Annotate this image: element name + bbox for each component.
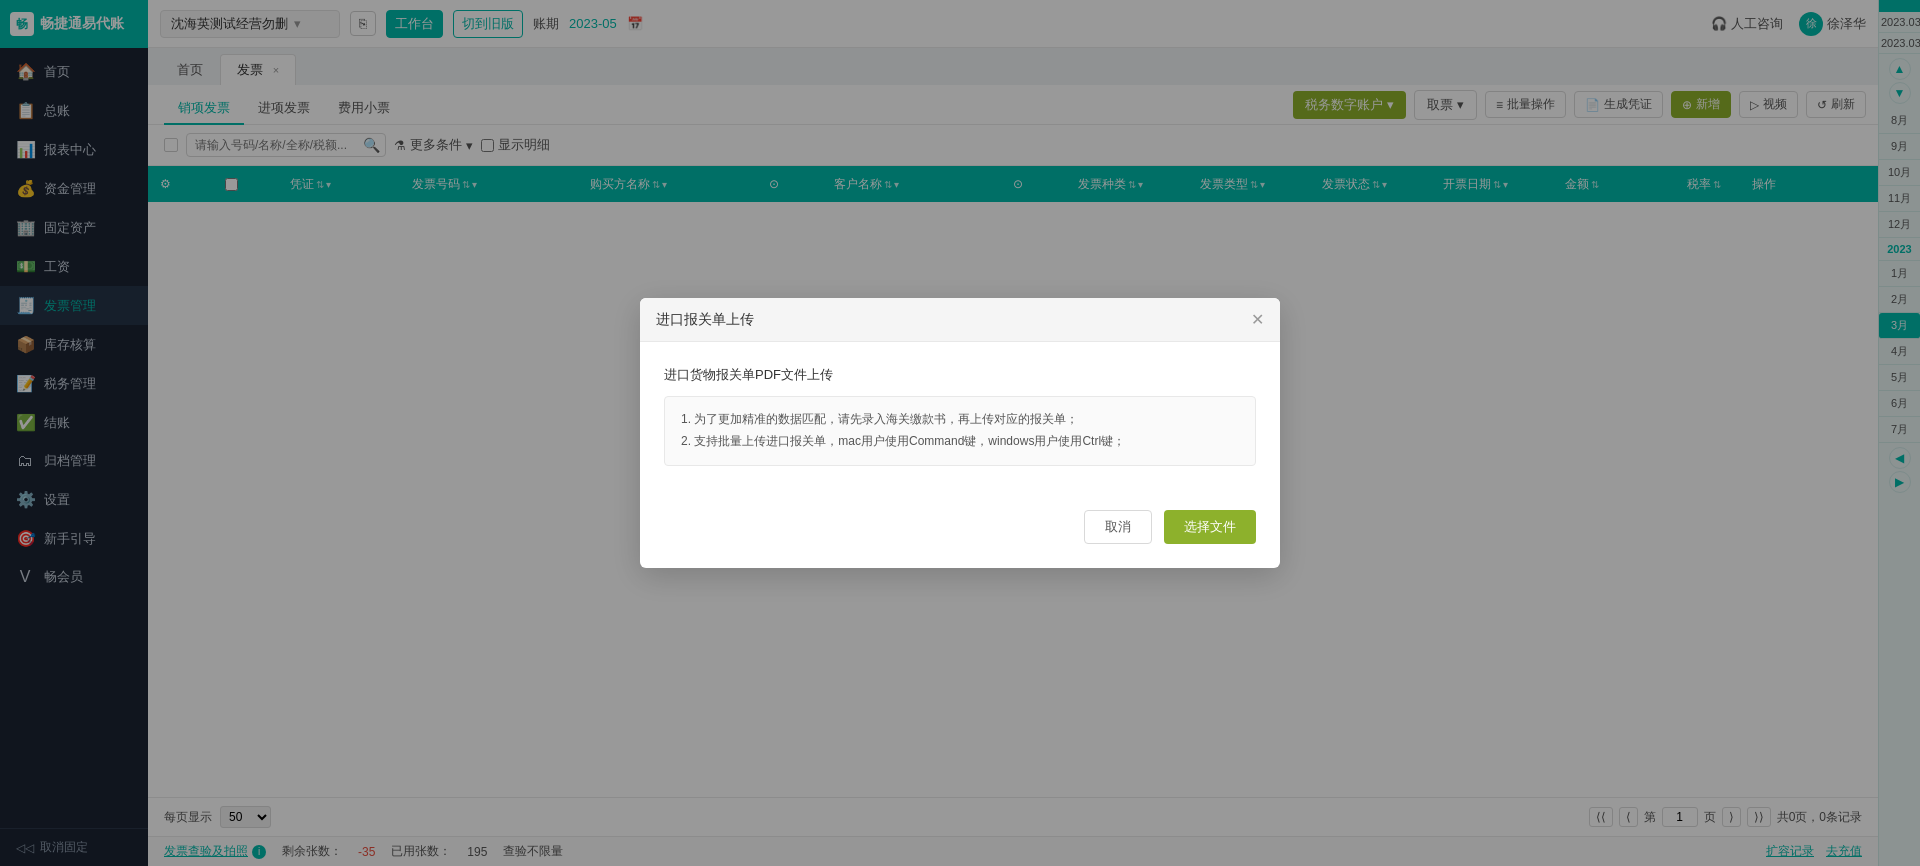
modal-footer: 取消 选择文件 <box>640 510 1280 568</box>
modal-cancel-button[interactable]: 取消 <box>1084 510 1152 544</box>
modal-section-title: 进口货物报关单PDF文件上传 <box>664 366 1256 384</box>
modal-overlay[interactable]: 进口报关单上传 ✕ 进口货物报关单PDF文件上传 1. 为了更加精准的数据匹配，… <box>0 0 1920 866</box>
modal-dialog: 进口报关单上传 ✕ 进口货物报关单PDF文件上传 1. 为了更加精准的数据匹配，… <box>640 298 1280 567</box>
modal-body: 进口货物报关单PDF文件上传 1. 为了更加精准的数据匹配，请先录入海关缴款书，… <box>640 342 1280 509</box>
modal-info-item-2: 2. 支持批量上传进口报关单，mac用户使用Command键，windows用户… <box>681 431 1239 453</box>
modal-close-button[interactable]: ✕ <box>1251 310 1264 329</box>
modal-info-box: 1. 为了更加精准的数据匹配，请先录入海关缴款书，再上传对应的报关单； 2. 支… <box>664 396 1256 465</box>
modal-info-item-1: 1. 为了更加精准的数据匹配，请先录入海关缴款书，再上传对应的报关单； <box>681 409 1239 431</box>
modal-title: 进口报关单上传 <box>656 311 754 329</box>
modal-header: 进口报关单上传 ✕ <box>640 298 1280 342</box>
modal-select-button[interactable]: 选择文件 <box>1164 510 1256 544</box>
